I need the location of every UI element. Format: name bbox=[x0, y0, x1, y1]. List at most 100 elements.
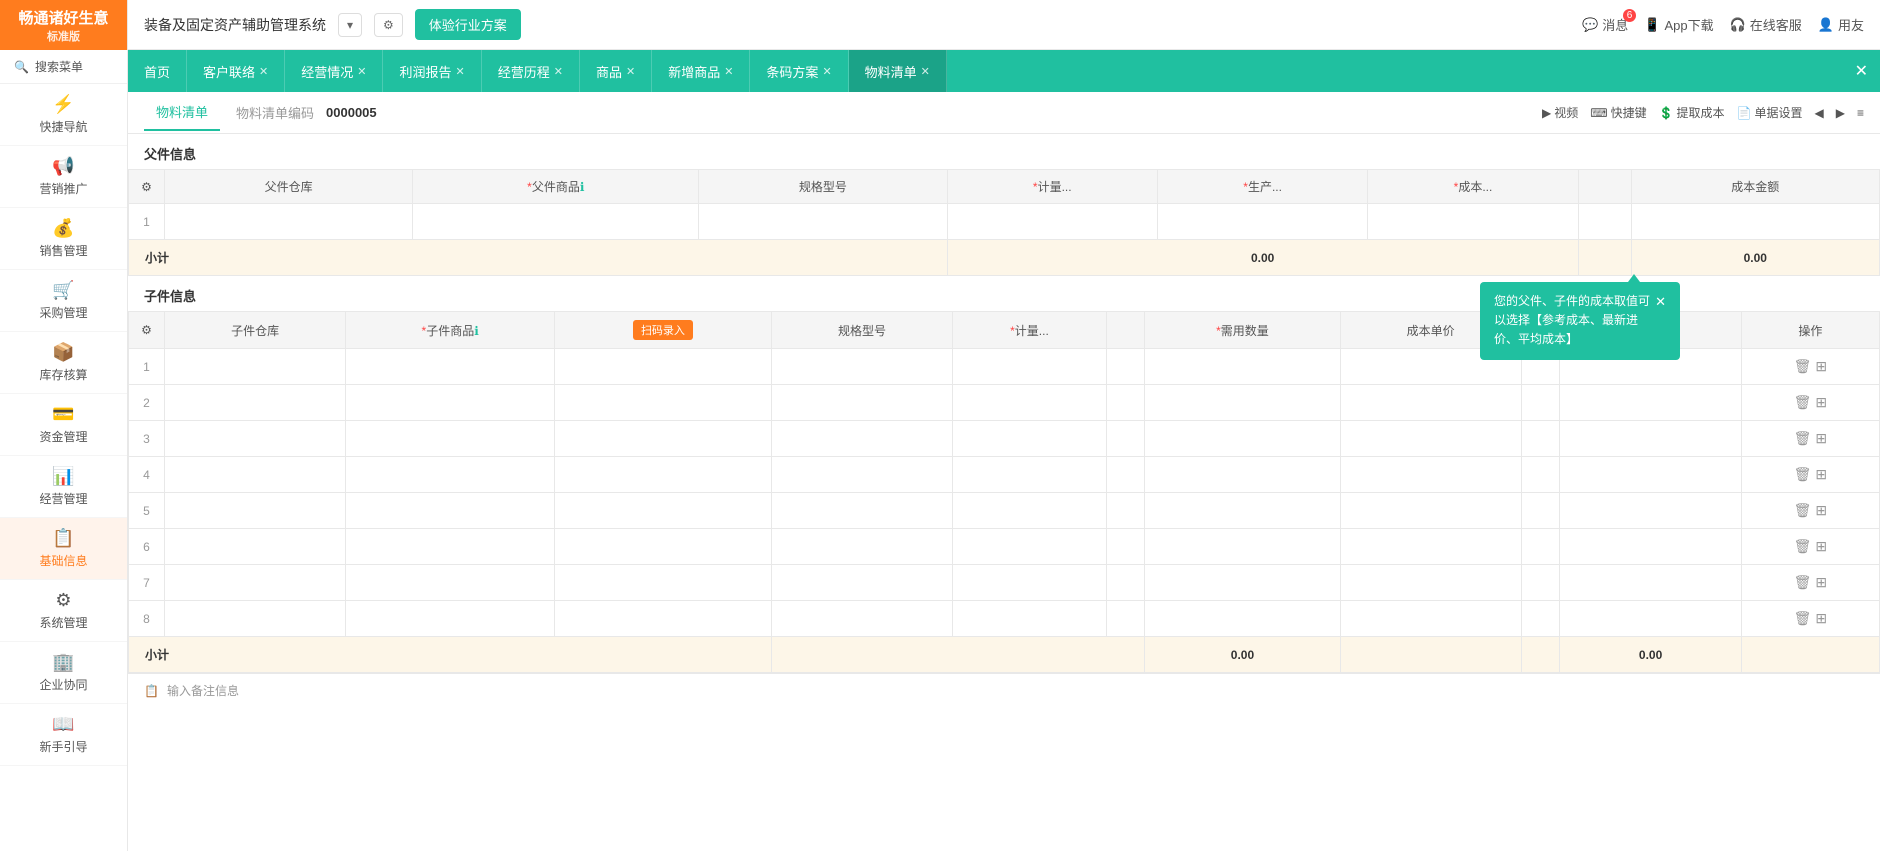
child-row6-spec[interactable] bbox=[771, 529, 952, 565]
child-row2-spec[interactable] bbox=[771, 385, 952, 421]
child-row4-qty[interactable] bbox=[1145, 457, 1340, 493]
child-row3-goods[interactable] bbox=[346, 421, 555, 457]
sidebar-item-marketing[interactable]: 📢 营销推广 bbox=[0, 146, 127, 208]
sidebar-item-basic[interactable]: 📋 基础信息 bbox=[0, 518, 127, 580]
next-button[interactable]: ▶ bbox=[1836, 106, 1845, 120]
copy-icon[interactable]: ⊞ bbox=[1815, 394, 1827, 411]
tab-operations-close[interactable]: ✕ bbox=[357, 65, 366, 78]
parent-row1-unit[interactable] bbox=[947, 204, 1157, 240]
child-row1-qty[interactable] bbox=[1145, 349, 1340, 385]
child-row4-spec[interactable] bbox=[771, 457, 952, 493]
tab-home[interactable]: 首页 bbox=[128, 50, 187, 92]
child-row4-warehouse[interactable] bbox=[165, 457, 346, 493]
child-row5-unitprice[interactable] bbox=[1340, 493, 1521, 529]
child-row6-goods[interactable] bbox=[346, 529, 555, 565]
list-view-button[interactable]: ≡ bbox=[1857, 106, 1864, 120]
child-row8-qty[interactable] bbox=[1145, 601, 1340, 637]
settings-button[interactable]: ⚙ bbox=[374, 13, 403, 37]
prev-button[interactable]: ◀ bbox=[1815, 106, 1824, 120]
child-row8-spec[interactable] bbox=[771, 601, 952, 637]
sidebar-item-guide[interactable]: 📖 新手引导 bbox=[0, 704, 127, 766]
child-row3-spec[interactable] bbox=[771, 421, 952, 457]
delete-icon[interactable]: 🗑 bbox=[1794, 358, 1812, 375]
tab-new-goods-close[interactable]: ✕ bbox=[724, 65, 733, 78]
tab-barcode[interactable]: 条码方案 ✕ bbox=[750, 50, 848, 92]
copy-icon[interactable]: ⊞ bbox=[1815, 502, 1827, 519]
child-row3-qty[interactable] bbox=[1145, 421, 1340, 457]
tab-bom[interactable]: 物料清单 ✕ bbox=[849, 50, 947, 92]
message-item[interactable]: 💬 消息 6 bbox=[1582, 15, 1628, 34]
child-row3-unit[interactable] bbox=[953, 421, 1107, 457]
parent-col-settings[interactable]: ⚙ bbox=[129, 170, 165, 204]
close-all-button[interactable]: ✕ bbox=[1843, 61, 1880, 81]
child-row8-warehouse[interactable] bbox=[165, 601, 346, 637]
child-row5-goods[interactable] bbox=[346, 493, 555, 529]
tab-profit-close[interactable]: ✕ bbox=[456, 65, 465, 78]
parent-row1-spec[interactable] bbox=[699, 204, 947, 240]
cost-action[interactable]: 💲 提取成本 bbox=[1659, 104, 1725, 121]
tab-new-goods[interactable]: 新增商品 ✕ bbox=[652, 50, 750, 92]
copy-icon[interactable]: ⊞ bbox=[1815, 538, 1827, 555]
child-row4-goods[interactable] bbox=[346, 457, 555, 493]
parent-row1-goods[interactable] bbox=[413, 204, 699, 240]
view-action[interactable]: ▶ 视频 bbox=[1542, 104, 1578, 121]
invoice-settings-action[interactable]: 📄 单据设置 bbox=[1737, 104, 1803, 121]
tab-operations[interactable]: 经营情况 ✕ bbox=[285, 50, 383, 92]
child-row6-unit[interactable] bbox=[953, 529, 1107, 565]
child-row1-warehouse[interactable] bbox=[165, 349, 346, 385]
child-row5-warehouse[interactable] bbox=[165, 493, 346, 529]
parent-row1-warehouse[interactable] bbox=[165, 204, 413, 240]
tab-history-close[interactable]: ✕ bbox=[554, 65, 563, 78]
child-row7-qty[interactable] bbox=[1145, 565, 1340, 601]
child-row1-goods[interactable] bbox=[346, 349, 555, 385]
child-row4-unit[interactable] bbox=[953, 457, 1107, 493]
shortcut-action[interactable]: ⌨ 快捷键 bbox=[1590, 104, 1646, 121]
child-row8-unitprice[interactable] bbox=[1340, 601, 1521, 637]
sidebar-item-quicknav[interactable]: ⚡ 快捷导航 bbox=[0, 84, 127, 146]
child-row6-qty[interactable] bbox=[1145, 529, 1340, 565]
child-row2-goods[interactable] bbox=[346, 385, 555, 421]
tab-customer-close[interactable]: ✕ bbox=[259, 65, 268, 78]
parent-row1-cost[interactable] bbox=[1368, 204, 1578, 240]
delete-icon[interactable]: 🗑 bbox=[1794, 466, 1812, 483]
child-row3-warehouse[interactable] bbox=[165, 421, 346, 457]
child-col-settings[interactable]: ⚙ bbox=[129, 312, 165, 349]
sidebar-item-inventory[interactable]: 📦 库存核算 bbox=[0, 332, 127, 394]
user-item[interactable]: 👤 用友 bbox=[1818, 15, 1864, 34]
child-row2-warehouse[interactable] bbox=[165, 385, 346, 421]
child-row5-qty[interactable] bbox=[1145, 493, 1340, 529]
sidebar-item-sales[interactable]: 💰 销售管理 bbox=[0, 208, 127, 270]
trial-button[interactable]: 体验行业方案 bbox=[415, 9, 521, 40]
child-row6-warehouse[interactable] bbox=[165, 529, 346, 565]
parent-row1-production[interactable] bbox=[1157, 204, 1367, 240]
tab-goods[interactable]: 商品 ✕ bbox=[580, 50, 652, 92]
copy-icon[interactable]: ⊞ bbox=[1815, 610, 1827, 627]
tab-customer[interactable]: 客户联络 ✕ bbox=[187, 50, 285, 92]
child-row3-unitprice[interactable] bbox=[1340, 421, 1521, 457]
child-row7-unitprice[interactable] bbox=[1340, 565, 1521, 601]
child-row2-unit[interactable] bbox=[953, 385, 1107, 421]
delete-icon[interactable]: 🗑 bbox=[1794, 610, 1812, 627]
sidebar-item-purchase[interactable]: 🛒 采购管理 bbox=[0, 270, 127, 332]
scan-button[interactable]: 扫码录入 bbox=[633, 320, 693, 340]
child-row5-unit[interactable] bbox=[953, 493, 1107, 529]
child-row2-unitprice[interactable] bbox=[1340, 385, 1521, 421]
sidebar-search[interactable]: 🔍 搜索菜单 bbox=[0, 50, 127, 84]
child-row7-unit[interactable] bbox=[953, 565, 1107, 601]
sidebar-item-enterprise[interactable]: 🏢 企业协同 bbox=[0, 642, 127, 704]
dropdown-button[interactable]: ▾ bbox=[338, 13, 362, 37]
copy-icon[interactable]: ⊞ bbox=[1815, 358, 1827, 375]
app-download-item[interactable]: 📱 App下载 bbox=[1644, 15, 1713, 34]
child-row2-qty[interactable] bbox=[1145, 385, 1340, 421]
online-service-item[interactable]: 🎧 在线客服 bbox=[1730, 15, 1802, 34]
delete-icon[interactable]: 🗑 bbox=[1794, 394, 1812, 411]
sidebar-item-system[interactable]: ⚙ 系统管理 bbox=[0, 580, 127, 642]
copy-icon[interactable]: ⊞ bbox=[1815, 466, 1827, 483]
child-row7-warehouse[interactable] bbox=[165, 565, 346, 601]
copy-icon[interactable]: ⊞ bbox=[1815, 430, 1827, 447]
sidebar-item-operations[interactable]: 📊 经营管理 bbox=[0, 456, 127, 518]
child-row7-spec[interactable] bbox=[771, 565, 952, 601]
child-row8-unit[interactable] bbox=[953, 601, 1107, 637]
tab-profit[interactable]: 利润报告 ✕ bbox=[383, 50, 481, 92]
tab-barcode-close[interactable]: ✕ bbox=[822, 65, 831, 78]
